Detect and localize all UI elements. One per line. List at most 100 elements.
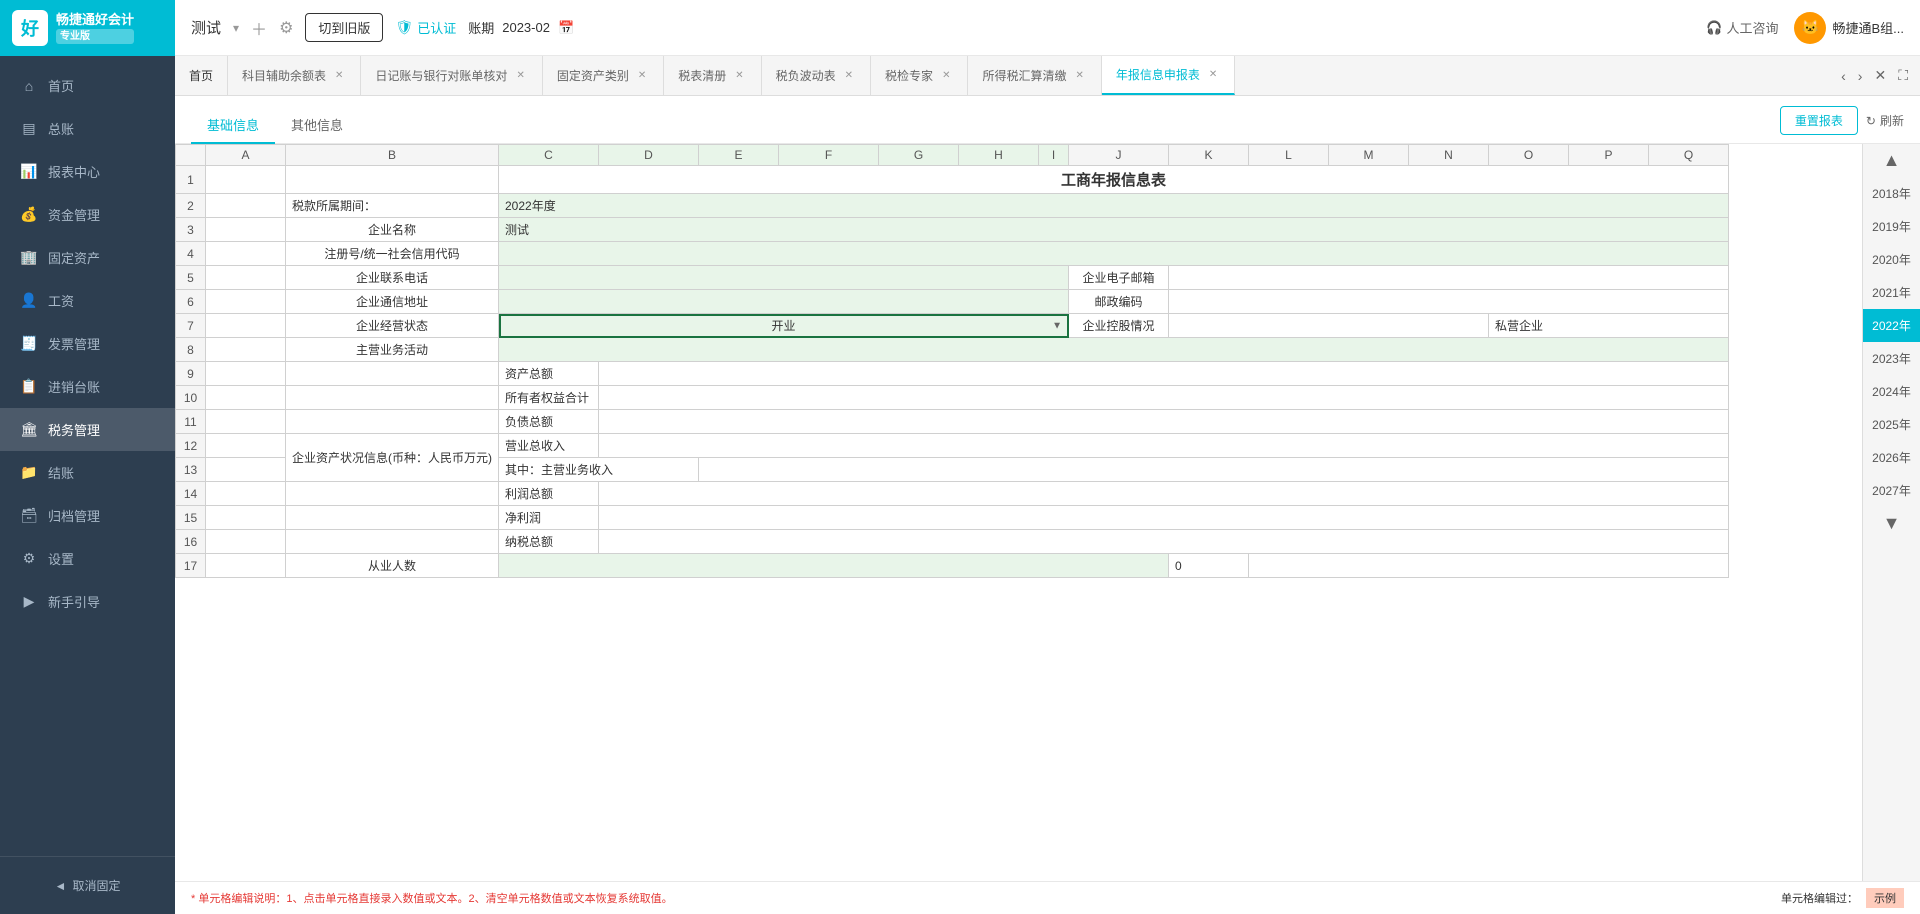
cell-7-A[interactable] [206, 314, 286, 338]
tab-close-fixed-asset-type[interactable]: ✕ [635, 69, 649, 82]
year-item-2018年[interactable]: 2018年 [1863, 177, 1920, 210]
year-item-2021年[interactable]: 2021年 [1863, 276, 1920, 309]
cell-6-K[interactable] [1169, 290, 1729, 314]
cell-4-A[interactable] [206, 242, 286, 266]
topbar-settings-btn[interactable]: ⚙ [279, 18, 293, 38]
tab-home[interactable]: 首页 [175, 56, 228, 95]
sidebar-item-reports[interactable]: 📊报表中心 [0, 150, 175, 193]
sidebar-item-fund[interactable]: 💰资金管理 [0, 193, 175, 236]
cell-8-C[interactable] [499, 338, 1729, 362]
year-item-2025年[interactable]: 2025年 [1863, 408, 1920, 441]
sidebar-item-ledger[interactable]: ▤总账 [0, 107, 175, 150]
cell-7-C[interactable]: 开业 ▼ [499, 314, 1069, 338]
tab-close-annual-report[interactable]: ✕ [1206, 68, 1220, 81]
sidebar-item-archive[interactable]: 🗃归档管理 [0, 494, 175, 537]
sidebar-item-purchase-sales[interactable]: 📋进销台账 [0, 365, 175, 408]
tab-aux-balance[interactable]: 科目辅助余额表✕ [228, 56, 361, 95]
tab-basic-info[interactable]: 基础信息 [191, 107, 275, 144]
cell-12-D[interactable] [599, 434, 1729, 458]
sidebar-item-tax[interactable]: 🏛税务管理 [0, 408, 175, 451]
tab-prev-btn[interactable]: ‹ [1837, 64, 1850, 88]
cell-10-D[interactable] [599, 386, 1729, 410]
cell-17-A[interactable] [206, 554, 286, 578]
cell-2-C[interactable]: 2022年度 [499, 194, 1729, 218]
year-item-2020年[interactable]: 2020年 [1863, 243, 1920, 276]
cell-17-K[interactable]: 0 [1169, 554, 1249, 578]
cell-1-A[interactable] [206, 166, 286, 194]
cell-11-D[interactable] [599, 410, 1729, 434]
cell-5-K[interactable] [1169, 266, 1729, 290]
sidebar-item-settings[interactable]: ⚙设置 [0, 537, 175, 580]
tab-expand-btn[interactable]: ⛶ [1894, 63, 1912, 88]
cell-12-A[interactable] [206, 434, 286, 458]
tab-next-btn[interactable]: › [1854, 64, 1867, 88]
cell-13-A[interactable] [206, 458, 286, 482]
cell-15-B[interactable] [286, 506, 499, 530]
cell-8-A[interactable] [206, 338, 286, 362]
year-item-2022年[interactable]: 2022年 [1863, 309, 1920, 342]
cell-9-A[interactable] [206, 362, 286, 386]
year-item-2019年[interactable]: 2019年 [1863, 210, 1920, 243]
calendar-icon[interactable]: 📅 [558, 20, 574, 36]
cell-9-D[interactable] [599, 362, 1729, 386]
sidebar-item-closing[interactable]: 📁结账 [0, 451, 175, 494]
cell-9-B[interactable] [286, 362, 499, 386]
refresh-btn[interactable]: ↻ 刷新 [1866, 112, 1904, 129]
cell-7-P[interactable]: 私营企业 [1489, 314, 1729, 338]
year-nav-down[interactable]: ▼ [1863, 507, 1920, 540]
cell-10-A[interactable] [206, 386, 286, 410]
cell-5-A[interactable] [206, 266, 286, 290]
cell-6-C[interactable] [499, 290, 1069, 314]
cell-6-A[interactable] [206, 290, 286, 314]
tab-annual-report[interactable]: 年报信息申报表✕ [1102, 56, 1235, 95]
cell-7-K[interactable] [1169, 314, 1489, 338]
tab-close-tax-expert[interactable]: ✕ [939, 69, 953, 82]
tab-close-aux-balance[interactable]: ✕ [332, 69, 346, 82]
cell-17-C[interactable] [499, 554, 1169, 578]
switch-old-version-btn[interactable]: 切到旧版 [305, 13, 383, 42]
sidebar-item-payroll[interactable]: 👤工资 [0, 279, 175, 322]
cell-3-A[interactable] [206, 218, 286, 242]
spreadsheet-wrap[interactable]: A B C D E F G H I J K L [175, 144, 1862, 881]
customer-service-btn[interactable]: 🎧 人工咨询 [1706, 18, 1778, 37]
sidebar-item-fixed-asset[interactable]: 🏢固定资产 [0, 236, 175, 279]
tab-other-info[interactable]: 其他信息 [275, 107, 359, 144]
tab-tax-fluctuation[interactable]: 税负波动表✕ [762, 56, 871, 95]
tab-close-tax-fluctuation[interactable]: ✕ [842, 69, 856, 82]
topbar-add-btn[interactable]: ＋ [251, 16, 267, 40]
tab-close-tax-form[interactable]: ✕ [732, 69, 746, 82]
cell-14-B[interactable] [286, 482, 499, 506]
sidebar-item-home[interactable]: ⌂首页 [0, 64, 175, 107]
sidebar-item-invoice[interactable]: 🧾发票管理 [0, 322, 175, 365]
cell-5-C[interactable] [499, 266, 1069, 290]
year-nav-up[interactable]: ▲ [1863, 144, 1920, 177]
cell-16-A[interactable] [206, 530, 286, 554]
tab-close-all-btn[interactable]: ✕ [1870, 63, 1890, 88]
tab-bank-reconcile[interactable]: 日记账与银行对账单核对✕ [361, 56, 542, 95]
year-item-2027年[interactable]: 2027年 [1863, 474, 1920, 507]
cell-16-B[interactable] [286, 530, 499, 554]
sidebar-collapse-btn[interactable]: ◄ 取消固定 [0, 867, 175, 904]
tab-income-tax[interactable]: 所得税汇算清缴✕ [968, 56, 1101, 95]
cell-4-C[interactable] [499, 242, 1729, 266]
cell-2-A[interactable] [206, 194, 286, 218]
tab-close-income-tax[interactable]: ✕ [1072, 69, 1086, 82]
cell-3-C[interactable]: 测试 [499, 218, 1729, 242]
reset-report-btn[interactable]: 重置报表 [1780, 106, 1858, 135]
sidebar-item-guide[interactable]: ▶新手引导 [0, 580, 175, 623]
cell-14-A[interactable] [206, 482, 286, 506]
cell-17-L[interactable] [1249, 554, 1729, 578]
tab-close-bank-reconcile[interactable]: ✕ [513, 69, 527, 82]
year-item-2023年[interactable]: 2023年 [1863, 342, 1920, 375]
year-item-2024年[interactable]: 2024年 [1863, 375, 1920, 408]
cell-1-B[interactable] [286, 166, 499, 194]
cell-15-D[interactable] [599, 506, 1729, 530]
cell-15-A[interactable] [206, 506, 286, 530]
topbar-dropdown-icon[interactable]: ▾ [233, 21, 239, 35]
cell-11-A[interactable] [206, 410, 286, 434]
tab-tax-form[interactable]: 税表清册✕ [664, 56, 761, 95]
cell-14-D[interactable] [599, 482, 1729, 506]
cell-16-D[interactable] [599, 530, 1729, 554]
tab-tax-expert[interactable]: 税检专家✕ [871, 56, 968, 95]
tab-fixed-asset-type[interactable]: 固定资产类别✕ [543, 56, 664, 95]
